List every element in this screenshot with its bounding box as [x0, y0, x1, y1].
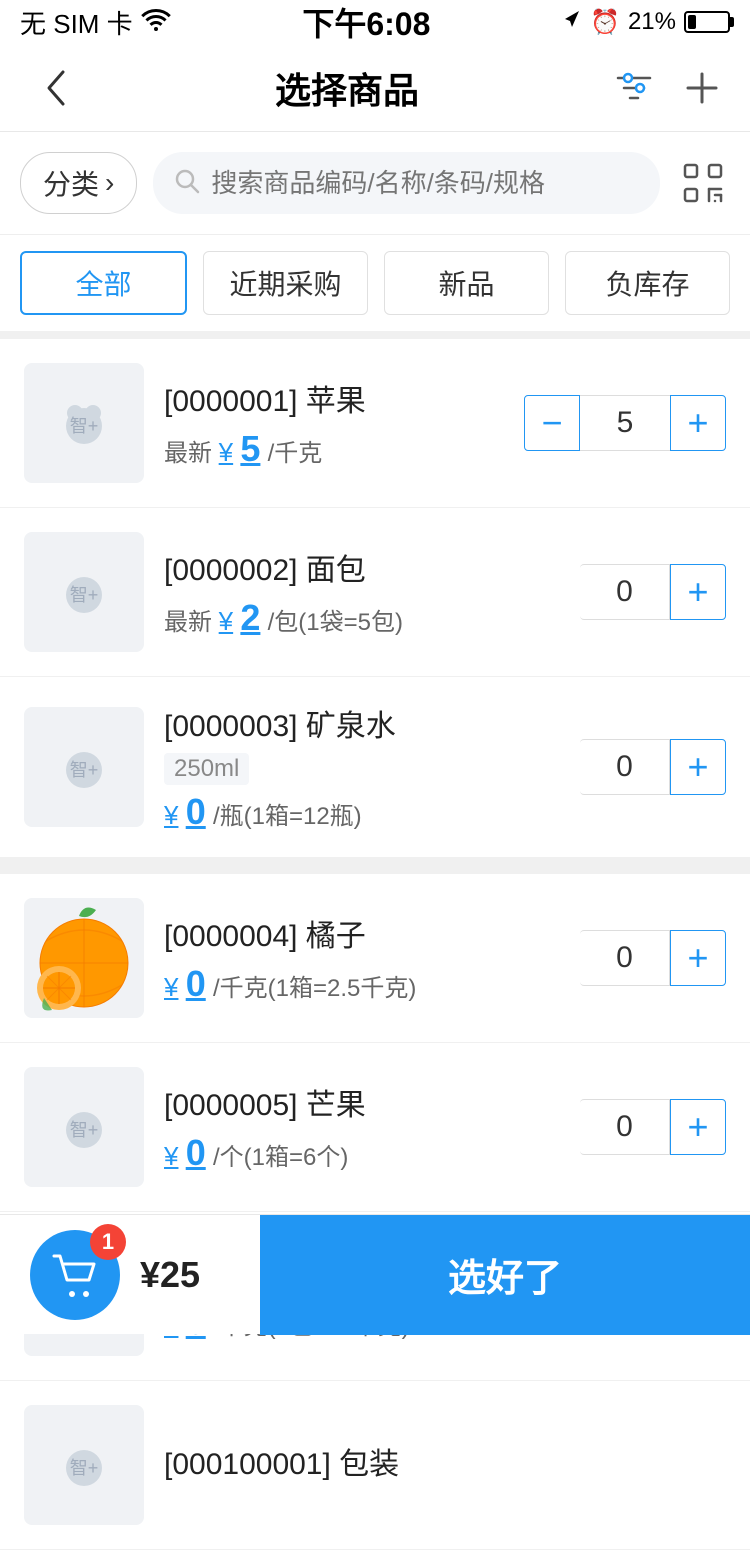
- product-thumbnail-7: 智+: [24, 1405, 144, 1525]
- status-time: 下午6:08: [302, 0, 430, 45]
- list-item: 智+ [0000002] 面包 最新 ¥ 2 /包(1袋=5包) +: [0, 508, 750, 677]
- filter-button[interactable]: [614, 70, 654, 106]
- list-item: 智+ [000100001] 包装: [0, 1381, 750, 1550]
- qty-plus-1[interactable]: +: [670, 395, 726, 451]
- bottom-bar: 1 ¥25 选好了: [0, 1214, 750, 1334]
- carrier-text: 无 SIM 卡: [20, 4, 133, 41]
- svg-text:智+: 智+: [70, 1458, 99, 1478]
- chevron-right-icon: ›: [105, 167, 114, 199]
- cart-section: 1 ¥25: [0, 1230, 260, 1320]
- product-list: 智+ [0000001] 苹果 最新 ¥ 5 /千克 − + 智+ [00000…: [0, 339, 750, 1550]
- qty-control-2: +: [580, 564, 726, 620]
- cart-icon-wrap[interactable]: 1: [30, 1230, 120, 1320]
- cart-total: ¥25: [140, 1254, 200, 1296]
- add-button[interactable]: [684, 70, 720, 106]
- svg-text:智+: 智+: [70, 760, 99, 780]
- product-thumbnail-1: 智+: [24, 363, 144, 483]
- svg-text:智+: 智+: [70, 1120, 99, 1140]
- svg-text:智+: 智+: [70, 585, 99, 605]
- product-thumbnail-5: 智+: [24, 1067, 144, 1187]
- nav-actions: [614, 70, 720, 106]
- product-price-1: 最新 ¥ 5 /千克: [164, 428, 504, 470]
- tab-recent[interactable]: 近期采购: [203, 251, 368, 315]
- qty-control-4: +: [580, 930, 726, 986]
- location-icon: [562, 8, 582, 37]
- search-icon: [173, 167, 201, 200]
- search-input[interactable]: [211, 168, 640, 199]
- product-name-2: [0000002] 面包: [164, 545, 560, 589]
- product-info-2: [0000002] 面包 最新 ¥ 2 /包(1袋=5包): [164, 545, 560, 639]
- qty-input-4[interactable]: [580, 930, 670, 986]
- scan-button[interactable]: [676, 156, 730, 210]
- product-info-4: [0000004] 橘子 ¥ 0 /千克(1箱=2.5千克): [164, 911, 560, 1005]
- tabs-row: 全部 近期采购 新品 负库存: [0, 235, 750, 339]
- category-label: 分类: [43, 163, 99, 203]
- qty-minus-1[interactable]: −: [524, 395, 580, 451]
- nav-bar: 选择商品: [0, 44, 750, 132]
- status-bar: 无 SIM 卡 下午6:08 ⏰ 21%: [0, 0, 750, 44]
- qty-plus-4[interactable]: +: [670, 930, 726, 986]
- product-info-5: [0000005] 芒果 ¥ 0 /个(1箱=6个): [164, 1080, 560, 1174]
- tab-negative[interactable]: 负库存: [565, 251, 730, 315]
- tab-new[interactable]: 新品: [384, 251, 549, 315]
- search-bar: [153, 152, 660, 214]
- product-thumbnail-4: [24, 898, 144, 1018]
- qty-plus-2[interactable]: +: [670, 564, 726, 620]
- product-spec-3: 250ml: [164, 753, 249, 785]
- product-thumbnail-2: 智+: [24, 532, 144, 652]
- list-item: 智+ [0000005] 芒果 ¥ 0 /个(1箱=6个) +: [0, 1043, 750, 1212]
- qty-plus-5[interactable]: +: [670, 1099, 726, 1155]
- qty-input-2[interactable]: [580, 564, 670, 620]
- qty-control-5: +: [580, 1099, 726, 1155]
- product-price-2: 最新 ¥ 2 /包(1袋=5包): [164, 597, 560, 639]
- list-item: [0000004] 橘子 ¥ 0 /千克(1箱=2.5千克) +: [0, 874, 750, 1043]
- product-name-4: [0000004] 橘子: [164, 911, 560, 955]
- alarm-icon: ⏰: [590, 8, 620, 37]
- product-price-4: ¥ 0 /千克(1箱=2.5千克): [164, 963, 560, 1005]
- qty-input-5[interactable]: [580, 1099, 670, 1155]
- battery-icon: [684, 11, 730, 33]
- svg-text:智+: 智+: [70, 416, 99, 436]
- qty-plus-3[interactable]: +: [670, 739, 726, 795]
- product-info-7: [000100001] 包装: [164, 1439, 726, 1491]
- list-item: 智+ [0000001] 苹果 最新 ¥ 5 /千克 − +: [0, 339, 750, 508]
- cart-badge: 1: [90, 1224, 126, 1260]
- qty-control-1: − +: [524, 395, 726, 451]
- qty-input-3[interactable]: [580, 739, 670, 795]
- product-price-3: ¥ 0 /瓶(1箱=12瓶): [164, 791, 560, 833]
- product-name-1: [0000001] 苹果: [164, 376, 504, 420]
- wifi-icon: [141, 7, 171, 38]
- filter-row: 分类 ›: [0, 132, 750, 235]
- confirm-button[interactable]: 选好了: [260, 1215, 750, 1335]
- product-info-1: [0000001] 苹果 最新 ¥ 5 /千克: [164, 376, 504, 470]
- product-price-5: ¥ 0 /个(1箱=6个): [164, 1132, 560, 1174]
- product-name-5: [0000005] 芒果: [164, 1080, 560, 1124]
- list-item: 智+ [0000003] 矿泉水 250ml ¥ 0 /瓶(1箱=12瓶) +: [0, 677, 750, 858]
- status-right: ⏰ 21%: [562, 8, 730, 37]
- product-thumbnail-3: 智+: [24, 707, 144, 827]
- status-carrier: 无 SIM 卡: [20, 4, 171, 41]
- back-button[interactable]: [30, 63, 80, 113]
- qty-input-1[interactable]: [580, 395, 670, 451]
- qty-control-3: +: [580, 739, 726, 795]
- tab-all[interactable]: 全部: [20, 251, 187, 315]
- category-button[interactable]: 分类 ›: [20, 152, 137, 214]
- product-name-7: [000100001] 包装: [164, 1439, 726, 1483]
- battery-percent: 21%: [628, 8, 676, 36]
- page-title: 选择商品: [275, 62, 419, 114]
- product-name-3: [0000003] 矿泉水: [164, 701, 560, 745]
- product-info-3: [0000003] 矿泉水 250ml ¥ 0 /瓶(1箱=12瓶): [164, 701, 560, 833]
